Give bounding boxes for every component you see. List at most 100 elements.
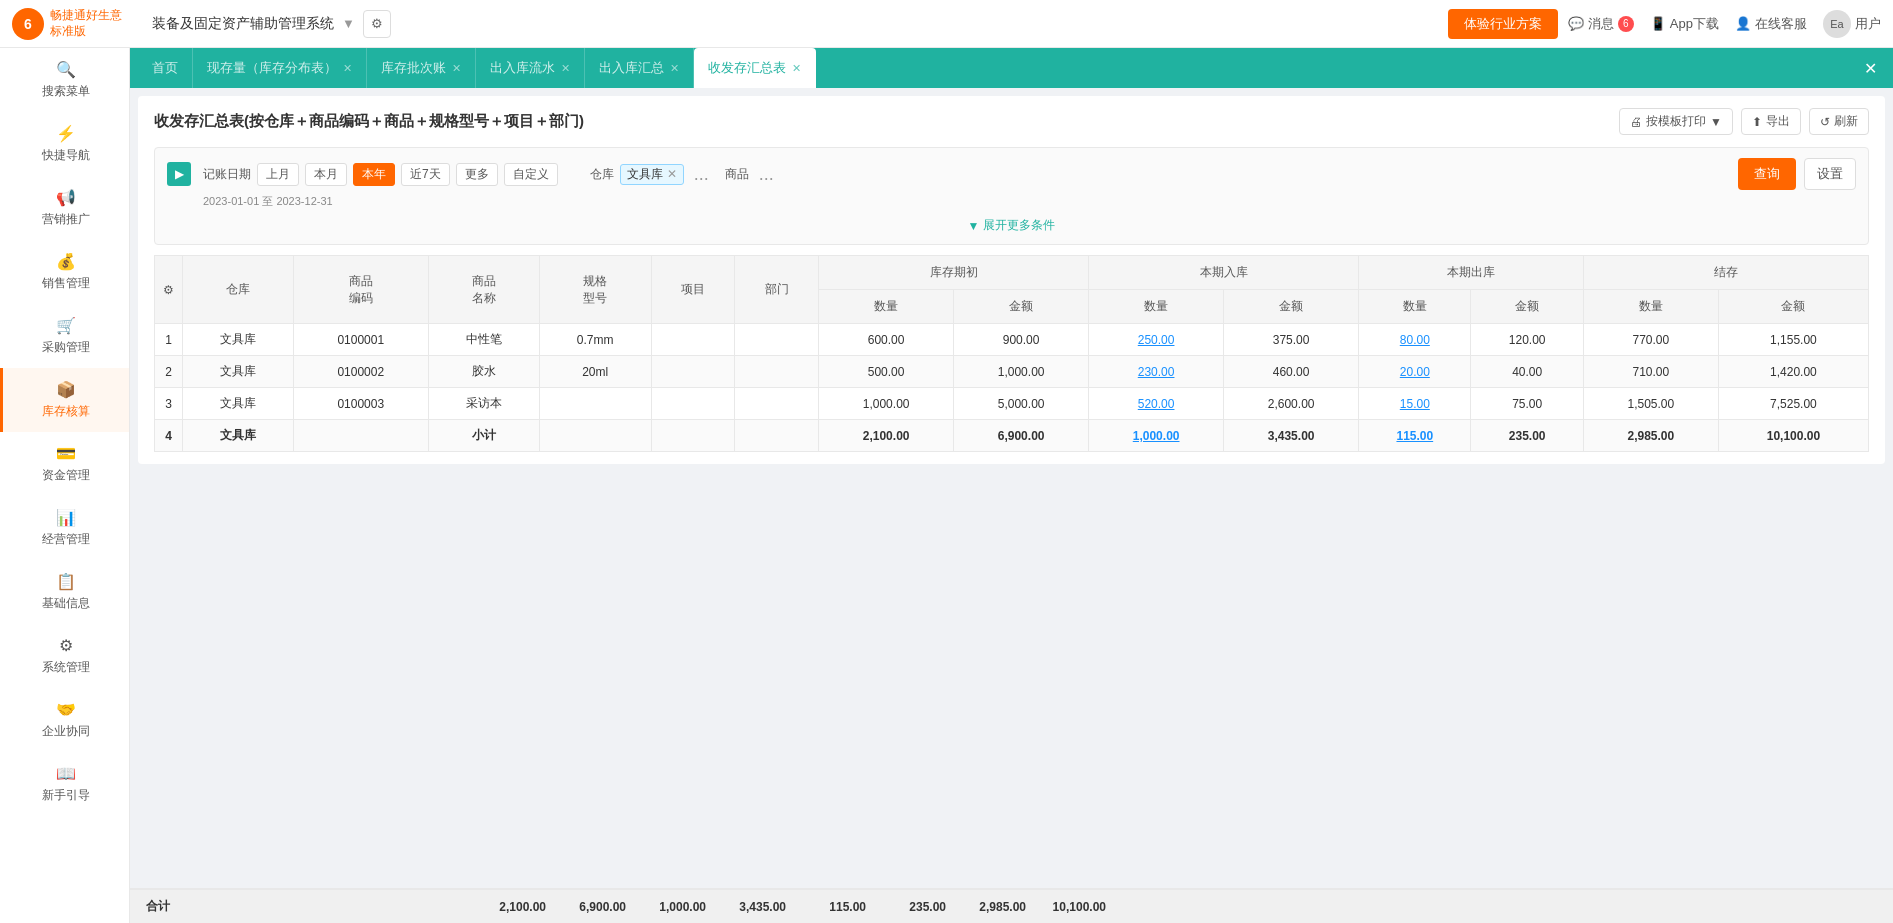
in-qty-link[interactable]: 230.00 [1138,365,1175,379]
query-button[interactable]: 查询 [1738,158,1796,190]
dept-cell [735,324,819,356]
tab-summary-inout[interactable]: 出入库汇总 ✕ [585,48,694,88]
project-cell [651,356,735,388]
tab-rfs-summary[interactable]: 收发存汇总表 ✕ [694,48,816,88]
sidebar-item-finance[interactable]: 💳 资金管理 [0,432,129,496]
sidebar-item-enterprise[interactable]: 🤝 企业协同 [0,688,129,752]
name-cell: 胶水 [428,356,539,388]
sidebar-item-search[interactable]: 🔍 搜索菜单 [0,48,129,112]
in-qty-cell[interactable]: 230.00 [1089,356,1224,388]
sidebar-item-guide[interactable]: 📖 新手引导 [0,752,129,816]
in-qty-cell[interactable]: 1,000.00 [1089,420,1224,452]
print-button[interactable]: 🖨 按模板打印 ▼ [1619,108,1733,135]
tab-close-icon[interactable]: ✕ [561,62,570,75]
logo-icon: 6 [12,8,44,40]
trial-button[interactable]: 体验行业方案 [1448,9,1558,39]
inventory-icon: 📦 [56,380,76,399]
app-download-button[interactable]: 📱 App下载 [1650,15,1719,33]
tab-label: 库存批次账 [381,59,446,77]
service-icon: 👤 [1735,16,1751,31]
warehouse-cell: 文具库 [183,356,294,388]
expand-more-button[interactable]: ▼ 展开更多条件 [968,217,1056,234]
in-qty-link[interactable]: 520.00 [1138,397,1175,411]
data-table: ⚙ 仓库 商品编码 商品名称 规格型号 项目 部门 库存期初 本期入库 本期出库… [154,255,1869,452]
settings-button[interactable]: ⚙ [363,10,391,38]
bal-amt-cell: 10,100.00 [1718,420,1868,452]
guide-icon: 📖 [56,764,76,783]
sidebar-item-basic[interactable]: 📋 基础信息 [0,560,129,624]
out-qty-cell[interactable]: 20.00 [1359,356,1471,388]
settings-col-header[interactable]: ⚙ [155,256,183,324]
subtotal-out-qty-link[interactable]: 115.00 [1396,429,1433,443]
online-service-button[interactable]: 👤 在线客服 [1735,15,1807,33]
bal-qty-cell: 2,985.00 [1583,420,1718,452]
out-qty-link[interactable]: 80.00 [1400,333,1430,347]
idx-cell: 4 [155,420,183,452]
sidebar-item-marketing[interactable]: 📢 营销推广 [0,176,129,240]
tab-bar-close-button[interactable]: ✕ [1856,59,1885,78]
in-amt-cell: 460.00 [1224,356,1359,388]
opening-group-header: 库存期初 [819,256,1089,290]
goods-more-button[interactable]: ... [755,164,778,185]
tab-flow[interactable]: 出入库流水 ✕ [476,48,585,88]
main-layout: 🔍 搜索菜单 ⚡ 快捷导航 📢 营销推广 💰 销售管理 🛒 采购管理 📦 库存核… [0,48,1893,923]
logo-text: 畅捷通好生意 标准版 [50,8,122,39]
sidebar: 🔍 搜索菜单 ⚡ 快捷导航 📢 营销推广 💰 销售管理 🛒 采购管理 📦 库存核… [0,48,130,923]
name-cell: 采访本 [428,388,539,420]
user-menu-button[interactable]: Ea 用户 [1823,10,1881,38]
tab-close-icon[interactable]: ✕ [792,62,801,75]
in-qty-cell[interactable]: 250.00 [1089,324,1224,356]
open-qty-cell: 500.00 [819,356,954,388]
sidebar-item-operations[interactable]: 📊 经营管理 [0,496,129,560]
date-btn-custom[interactable]: 自定义 [504,163,558,186]
project-cell [651,388,735,420]
tab-close-icon[interactable]: ✕ [670,62,679,75]
sidebar-item-inventory[interactable]: 📦 库存核算 [0,368,129,432]
out-qty-cell[interactable]: 80.00 [1359,324,1471,356]
spec-cell: 20ml [539,356,651,388]
out-qty-cell[interactable]: 115.00 [1359,420,1471,452]
total-label: 合计 [146,898,466,915]
out-qty-cell[interactable]: 15.00 [1359,388,1471,420]
warehouse-more-button[interactable]: ... [690,164,713,185]
date-btn-this-year[interactable]: 本年 [353,163,395,186]
sidebar-item-sales[interactable]: 💰 销售管理 [0,240,129,304]
filter-setting-button[interactable]: 设置 [1804,158,1856,190]
warehouse-cell: 文具库 [183,388,294,420]
out-amt-cell: 75.00 [1471,388,1583,420]
out-group-header: 本期出库 [1359,256,1584,290]
sidebar-item-label: 基础信息 [42,595,90,612]
sidebar-item-quicknav[interactable]: ⚡ 快捷导航 [0,112,129,176]
tab-close-icon[interactable]: ✕ [343,62,352,75]
bal-qty-cell: 1,505.00 [1583,388,1718,420]
system-dropdown-icon[interactable]: ▼ [342,16,355,31]
in-qty-link[interactable]: 250.00 [1138,333,1175,347]
message-badge: 6 [1618,16,1634,32]
filter-toggle-button[interactable]: ▶ [167,162,191,186]
sidebar-item-system[interactable]: ⚙ 系统管理 [0,624,129,688]
download-icon: 📱 [1650,16,1666,31]
tab-batch[interactable]: 库存批次账 ✕ [367,48,476,88]
date-btn-this-month[interactable]: 本月 [305,163,347,186]
in-qty-cell[interactable]: 520.00 [1089,388,1224,420]
refresh-button[interactable]: ↺ 刷新 [1809,108,1869,135]
messages-button[interactable]: 💬 消息 6 [1568,15,1634,33]
date-btn-more[interactable]: 更多 [456,163,498,186]
out-qty-link[interactable]: 15.00 [1400,397,1430,411]
footer-in-amt: 3,435.00 [706,900,786,914]
out-qty-link[interactable]: 20.00 [1400,365,1430,379]
sidebar-item-purchase[interactable]: 🛒 采购管理 [0,304,129,368]
subtotal-in-qty-link[interactable]: 1,000.00 [1133,429,1180,443]
date-btn-last-month[interactable]: 上月 [257,163,299,186]
export-button[interactable]: ⬆ 导出 [1741,108,1801,135]
tab-home[interactable]: 首页 [138,48,193,88]
tab-label: 出入库汇总 [599,59,664,77]
tab-close-icon[interactable]: ✕ [452,62,461,75]
spec-cell [539,420,651,452]
date-btn-7days[interactable]: 近7天 [401,163,450,186]
quicknav-icon: ⚡ [56,124,76,143]
bal-amt-cell: 7,525.00 [1718,388,1868,420]
out-amt-cell: 235.00 [1471,420,1583,452]
tab-stock-dist[interactable]: 现存量（库存分布表） ✕ [193,48,367,88]
warehouse-tag-close[interactable]: ✕ [667,167,677,181]
